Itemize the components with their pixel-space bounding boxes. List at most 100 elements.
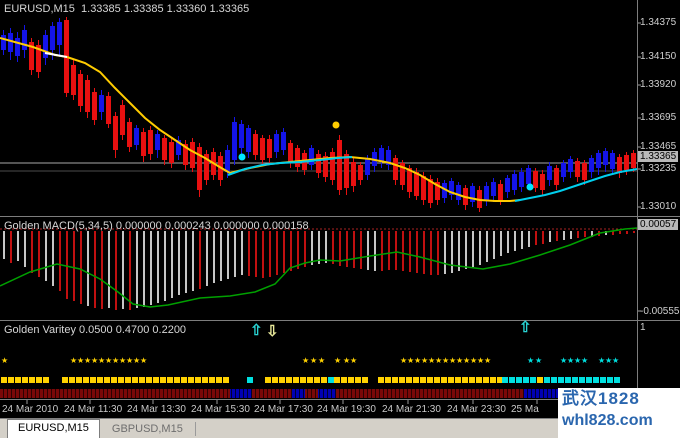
square-marker-yellow xyxy=(413,377,419,383)
macd-histogram-bar xyxy=(311,231,313,265)
candle-body xyxy=(330,152,335,180)
star-marker-yellow: ★ xyxy=(350,356,357,365)
macd-histogram-bar xyxy=(255,231,257,277)
macd-histogram-bar xyxy=(87,231,89,306)
candle-body xyxy=(512,174,517,190)
candle-body xyxy=(50,26,55,50)
candle-body xyxy=(344,154,349,188)
macd-histogram-bar xyxy=(430,231,432,275)
macd-histogram-bar xyxy=(521,231,523,249)
macd-histogram-bar xyxy=(297,231,299,269)
panel-divider[interactable] xyxy=(0,216,680,217)
candle-body xyxy=(71,65,76,95)
tab-eurusd-m15[interactable]: EURUSD,M15 xyxy=(7,419,100,438)
candle-body xyxy=(533,171,538,188)
macd-histogram-bar xyxy=(52,231,54,286)
candle-body xyxy=(22,30,27,50)
square-marker-cyan xyxy=(600,377,606,383)
candle-body xyxy=(225,150,230,172)
square-marker-cyan xyxy=(530,377,536,383)
macd-histogram-bar xyxy=(199,231,201,289)
square-marker-yellow xyxy=(202,377,208,383)
candle-body xyxy=(603,151,608,165)
macd-histogram-bar xyxy=(283,231,285,273)
macd-histogram-bar xyxy=(3,231,5,259)
main-price-chart[interactable] xyxy=(0,17,637,212)
macd-histogram-bar xyxy=(423,231,425,274)
star-marker-cyan: ★ xyxy=(581,356,588,365)
square-marker-yellow xyxy=(321,377,327,383)
macd-histogram-bar xyxy=(493,231,495,259)
candle-body xyxy=(631,153,636,168)
candle-body xyxy=(610,153,615,169)
chart-graphics[interactable]: ★★★★★★★★★★★★★★★★★★★★★★★★★★★★★★★★★★★★★★★★ xyxy=(0,0,680,438)
mt4-chart-window: ★★★★★★★★★★★★★★★★★★★★★★★★★★★★★★★★★★★★★★★★… xyxy=(0,0,680,438)
square-marker-yellow xyxy=(427,377,433,383)
candle-body xyxy=(260,138,265,160)
current-price-label: 1.33365 xyxy=(638,151,678,162)
time-axis-label: 24 Mar 13:30 xyxy=(127,404,186,415)
square-marker-cyan xyxy=(558,377,564,383)
price-axis-border xyxy=(637,0,638,399)
candle-body xyxy=(540,174,545,190)
macd-histogram-bar xyxy=(458,231,460,271)
macd-histogram-bar xyxy=(570,231,572,239)
macd-indicator-chart[interactable] xyxy=(0,228,637,310)
tab-gbpusd-m15[interactable]: GBPUSD,M15 xyxy=(100,421,195,438)
square-marker-yellow xyxy=(195,377,201,383)
macd-histogram-bar xyxy=(444,231,446,274)
candle-body xyxy=(484,186,489,200)
macd-histogram-bar xyxy=(556,231,558,241)
macd-histogram-bar xyxy=(542,231,544,244)
macd-histogram-bar xyxy=(451,231,453,273)
macd-histogram-bar xyxy=(206,231,208,286)
macd-histogram-bar xyxy=(388,231,390,270)
macd-histogram-bar xyxy=(563,231,565,240)
candle-body xyxy=(169,142,174,163)
candle-body xyxy=(421,176,426,200)
macd-histogram-bar xyxy=(213,231,215,283)
macd-histogram-bar xyxy=(234,231,236,277)
candle-body xyxy=(239,124,244,148)
up-arrow-signal-icon: ⇧ xyxy=(519,321,532,335)
candle-body xyxy=(309,148,314,165)
varitey-indicator-chart[interactable]: ★★★★★★★★★★★★★★★★★★★★★★★★★★★★★★★★★★★★★★★★ xyxy=(0,356,648,398)
price-axis-label: 1.33920 xyxy=(640,79,676,90)
square-marker-cyan xyxy=(523,377,529,383)
square-marker-yellow xyxy=(385,377,391,383)
candle-body xyxy=(113,116,118,150)
macd-histogram-bar xyxy=(80,231,82,304)
square-marker-cyan xyxy=(593,377,599,383)
square-marker-yellow xyxy=(537,377,543,383)
macd-histogram-bar xyxy=(59,231,61,291)
macd-axis-min: -0.00555 xyxy=(640,306,679,317)
candle-body xyxy=(365,158,370,175)
macd-histogram-bar xyxy=(241,231,243,275)
time-axis-label: 24 Mar 15:30 xyxy=(191,404,250,415)
square-marker-yellow xyxy=(399,377,405,383)
square-marker-cyan xyxy=(565,377,571,383)
macd-histogram-bar xyxy=(276,231,278,275)
candle-body xyxy=(547,166,552,180)
square-marker-yellow xyxy=(1,377,7,383)
macd-histogram-bar xyxy=(507,231,509,253)
time-axis-label: 24 Mar 19:30 xyxy=(317,404,376,415)
square-marker-yellow xyxy=(314,377,320,383)
candle-body xyxy=(617,157,622,173)
macd-histogram-bar xyxy=(10,231,12,263)
macd-histogram-bar xyxy=(262,231,264,278)
square-marker-yellow xyxy=(490,377,496,383)
square-marker-yellow xyxy=(43,377,49,383)
macd-histogram-bar xyxy=(108,231,110,308)
macd-histogram-bar xyxy=(619,231,621,234)
macd-histogram-bar xyxy=(374,231,376,271)
macd-histogram-bar xyxy=(486,231,488,262)
macd-histogram-bar xyxy=(472,231,474,267)
square-marker-yellow xyxy=(146,377,152,383)
candle-body xyxy=(274,134,279,152)
macd-histogram-bar xyxy=(465,231,467,269)
panel-divider[interactable] xyxy=(0,320,680,321)
square-marker-cyan xyxy=(586,377,592,383)
square-marker-yellow xyxy=(83,377,89,383)
square-marker-cyan xyxy=(328,377,334,383)
